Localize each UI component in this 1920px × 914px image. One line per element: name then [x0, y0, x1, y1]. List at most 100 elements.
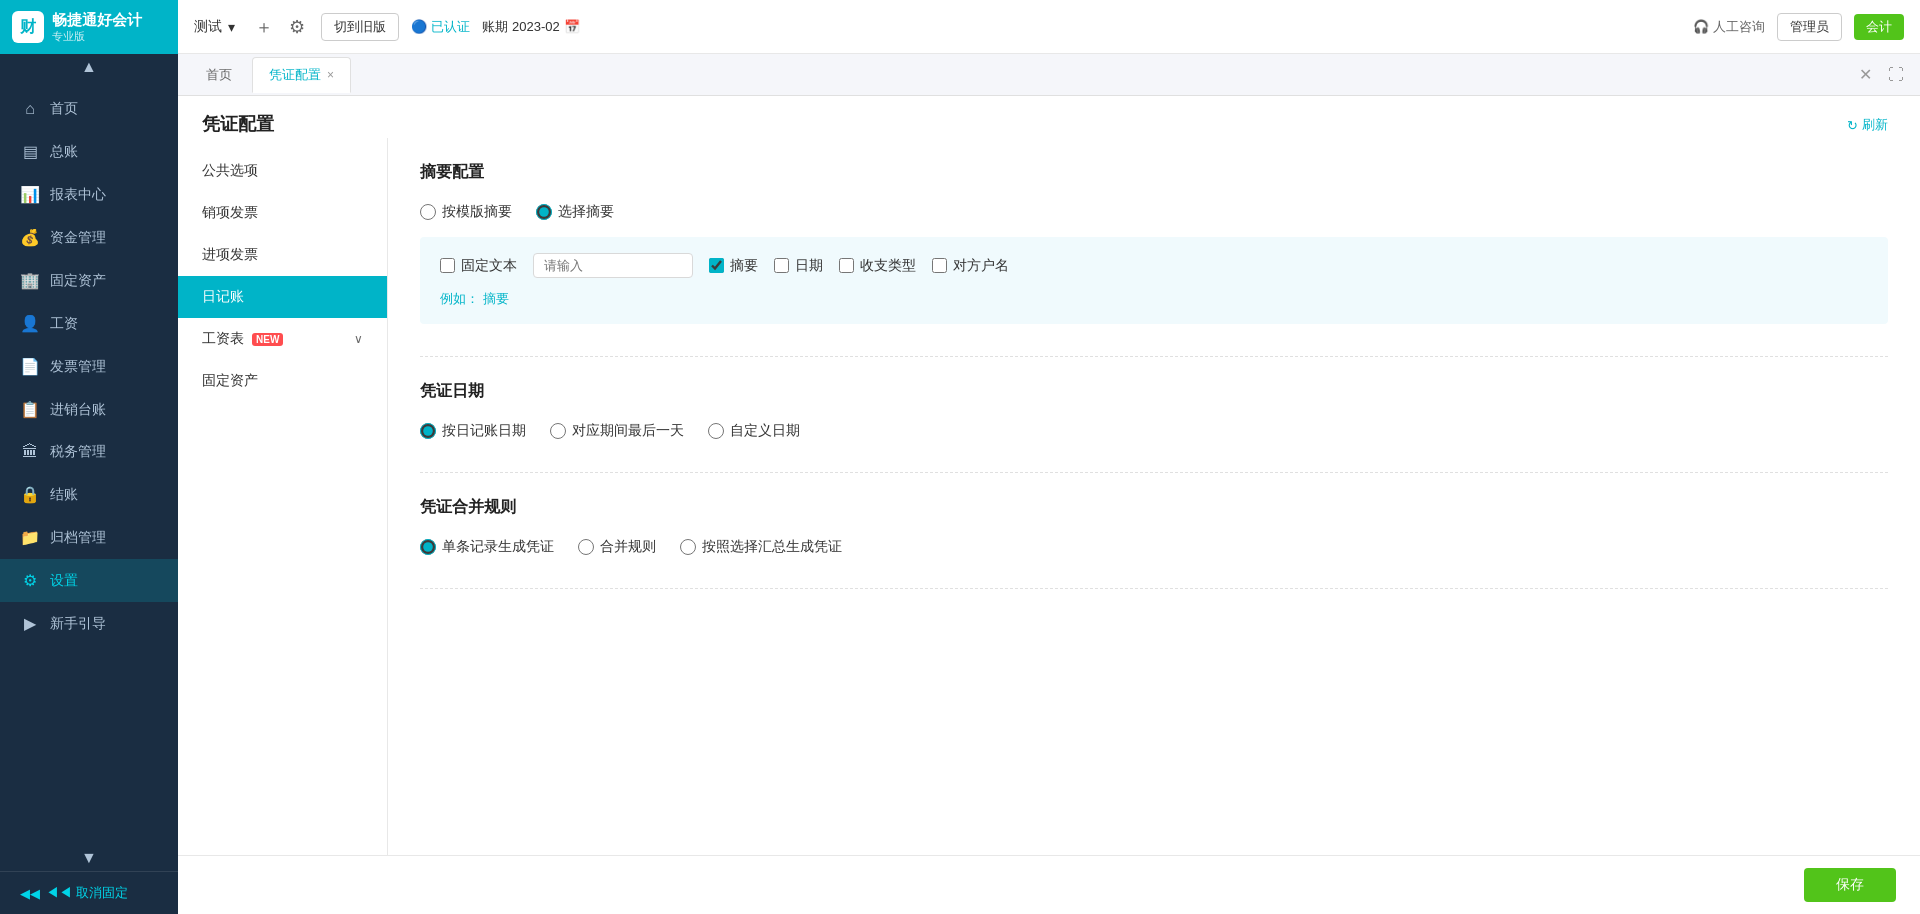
sidebar-item-label: 总账 — [50, 143, 78, 161]
sidebar-nav: ⌂ 首页 ▤ 总账 📊 报表中心 💰 资金管理 🏢 固定资产 👤 工资 📄 发票… — [0, 80, 178, 845]
counterpart-checkbox[interactable] — [932, 258, 947, 273]
sidebar-item-label: 首页 — [50, 100, 78, 118]
merge-radio-select[interactable]: 按照选择汇总生成凭证 — [680, 538, 842, 556]
sidebar-item-close[interactable]: 🔒 结账 — [0, 473, 178, 516]
pin-icon: ◀◀ — [20, 886, 40, 901]
sidebar-item-ledger[interactable]: ▤ 总账 — [0, 130, 178, 173]
date-radio-group: 按日记账日期 对应期间最后一天 自定义日期 — [420, 422, 1888, 440]
sidebar-item-archive[interactable]: 📁 归档管理 — [0, 516, 178, 559]
fullscreen-button[interactable]: ⛶ — [1884, 62, 1908, 88]
summary-radio-template[interactable]: 按模版摘要 — [420, 203, 512, 221]
cancel-pin-button[interactable]: ◀◀ ◀◀ 取消固定 — [0, 871, 178, 914]
sidebar-item-payroll[interactable]: 👤 工资 — [0, 302, 178, 345]
settings-icon: ⚙ — [20, 571, 40, 590]
merge-rule-radio[interactable] — [578, 539, 594, 555]
sidebar-item-label: 报表中心 — [50, 186, 106, 204]
summary-checkbox-item[interactable]: 摘要 — [709, 257, 758, 275]
period-display: 账期 2023-02 📅 — [482, 18, 580, 36]
sidebar-item-label: 工资 — [50, 315, 78, 333]
left-nav-sales-invoice[interactable]: 销项发票 — [178, 192, 387, 234]
date-radio-period-last[interactable]: 对应期间最后一天 — [550, 422, 684, 440]
tab-voucher-config[interactable]: 凭证配置 × — [252, 57, 351, 93]
date-diary-radio[interactable] — [420, 423, 436, 439]
merge-radio-rule[interactable]: 合并规则 — [578, 538, 656, 556]
left-nav-purchase-invoice[interactable]: 进项发票 — [178, 234, 387, 276]
logo-icon: 财 — [12, 11, 44, 43]
app-logo: 财 畅捷通好会计 专业版 — [0, 0, 178, 54]
left-nav-public[interactable]: 公共选项 — [178, 150, 387, 192]
tab-close-icon[interactable]: × — [327, 69, 334, 81]
summary-select-label: 选择摘要 — [558, 203, 614, 221]
sidebar-scroll-up[interactable]: ▲ — [0, 54, 178, 80]
merge-radio-group: 单条记录生成凭证 合并规则 按照选择汇总生成凭证 — [420, 538, 1888, 556]
merge-section-title: 凭证合并规则 — [420, 497, 1888, 518]
sidebar-item-tax[interactable]: 🏛 税务管理 — [0, 431, 178, 473]
headset-icon: 🎧 — [1693, 19, 1709, 34]
merge-single-radio[interactable] — [420, 539, 436, 555]
date-checkbox[interactable] — [774, 258, 789, 273]
left-nav-fixed-assets[interactable]: 固定资产 — [178, 360, 387, 402]
summary-radio-select[interactable]: 选择摘要 — [536, 203, 614, 221]
company-name: 测试 — [194, 18, 222, 36]
date-radio-custom[interactable]: 自定义日期 — [708, 422, 800, 440]
summary-template-radio[interactable] — [420, 204, 436, 220]
company-selector[interactable]: 测试 ▾ — [194, 18, 235, 36]
sidebar: 财 畅捷通好会计 专业版 ▲ ⌂ 首页 ▤ 总账 📊 报表中心 💰 资金管理 🏢… — [0, 0, 178, 914]
date-custom-label: 自定义日期 — [730, 422, 800, 440]
date-checkbox-item[interactable]: 日期 — [774, 257, 823, 275]
sidebar-item-guide[interactable]: ▶ 新手引导 — [0, 602, 178, 645]
sidebar-item-invoice[interactable]: 📄 发票管理 — [0, 345, 178, 388]
archive-icon: 📁 — [20, 528, 40, 547]
summary-checkbox[interactable] — [709, 258, 724, 273]
summary-checkbox-row: 固定文本 摘要 日期 — [440, 253, 1868, 278]
payment-type-checkbox-item[interactable]: 收支类型 — [839, 257, 916, 275]
tab-home[interactable]: 首页 — [190, 57, 248, 93]
date-period-radio[interactable] — [550, 423, 566, 439]
settings-button[interactable]: ⚙ — [285, 12, 309, 42]
guide-icon: ▶ — [20, 614, 40, 633]
date-radio-diary[interactable]: 按日记账日期 — [420, 422, 526, 440]
funds-icon: 💰 — [20, 228, 40, 247]
sidebar-item-report[interactable]: 📊 报表中心 — [0, 173, 178, 216]
fixed-text-input[interactable] — [533, 253, 693, 278]
counterpart-label: 对方户名 — [953, 257, 1009, 275]
left-nav-diary[interactable]: 日记账 — [178, 276, 387, 318]
sidebar-item-funds[interactable]: 💰 资金管理 — [0, 216, 178, 259]
switch-version-button[interactable]: 切到旧版 — [321, 13, 399, 41]
date-custom-radio[interactable] — [708, 423, 724, 439]
add-button[interactable]: ＋ — [251, 11, 277, 43]
tab-home-label: 首页 — [206, 66, 232, 84]
summary-select-radio[interactable] — [536, 204, 552, 220]
sidebar-item-sales[interactable]: 📋 进销台账 — [0, 388, 178, 431]
date-section-title: 凭证日期 — [420, 381, 1888, 402]
date-period-label: 对应期间最后一天 — [572, 422, 684, 440]
assets-icon: 🏢 — [20, 271, 40, 290]
consult-button[interactable]: 🎧 人工咨询 — [1693, 18, 1765, 36]
user-button[interactable]: 管理员 — [1777, 13, 1842, 41]
fixed-text-checkbox-item[interactable]: 固定文本 — [440, 257, 517, 275]
summary-section: 摘要配置 按模版摘要 选择摘要 — [420, 162, 1888, 324]
date-label: 日期 — [795, 257, 823, 275]
company-dropdown-icon: ▾ — [228, 19, 235, 35]
right-content: 摘要配置 按模版摘要 选择摘要 — [388, 138, 1920, 855]
sidebar-item-home[interactable]: ⌂ 首页 — [0, 88, 178, 130]
merge-radio-single[interactable]: 单条记录生成凭证 — [420, 538, 554, 556]
payment-type-label: 收支类型 — [860, 257, 916, 275]
sidebar-item-label: 固定资产 — [50, 272, 106, 290]
fixed-text-checkbox[interactable] — [440, 258, 455, 273]
sidebar-scroll-down[interactable]: ▼ — [0, 845, 178, 871]
sidebar-item-assets[interactable]: 🏢 固定资产 — [0, 259, 178, 302]
window-close-button[interactable]: ✕ — [1855, 61, 1876, 88]
sidebar-item-label: 税务管理 — [50, 443, 106, 461]
sidebar-item-settings[interactable]: ⚙ 设置 — [0, 559, 178, 602]
summary-checkbox-area: 固定文本 摘要 日期 — [420, 237, 1888, 324]
counterpart-checkbox-item[interactable]: 对方户名 — [932, 257, 1009, 275]
sidebar-item-label: 归档管理 — [50, 529, 106, 547]
merge-select-radio[interactable] — [680, 539, 696, 555]
role-button[interactable]: 会计 — [1854, 14, 1904, 40]
save-button[interactable]: 保存 — [1804, 868, 1896, 902]
refresh-button[interactable]: ↻ 刷新 — [1839, 112, 1896, 138]
merge-section: 凭证合并规则 单条记录生成凭证 合并规则 按照选择汇总生成凭证 — [420, 497, 1888, 556]
payment-type-checkbox[interactable] — [839, 258, 854, 273]
left-nav-payroll-table[interactable]: 工资表 NEW ∨ — [178, 318, 387, 360]
